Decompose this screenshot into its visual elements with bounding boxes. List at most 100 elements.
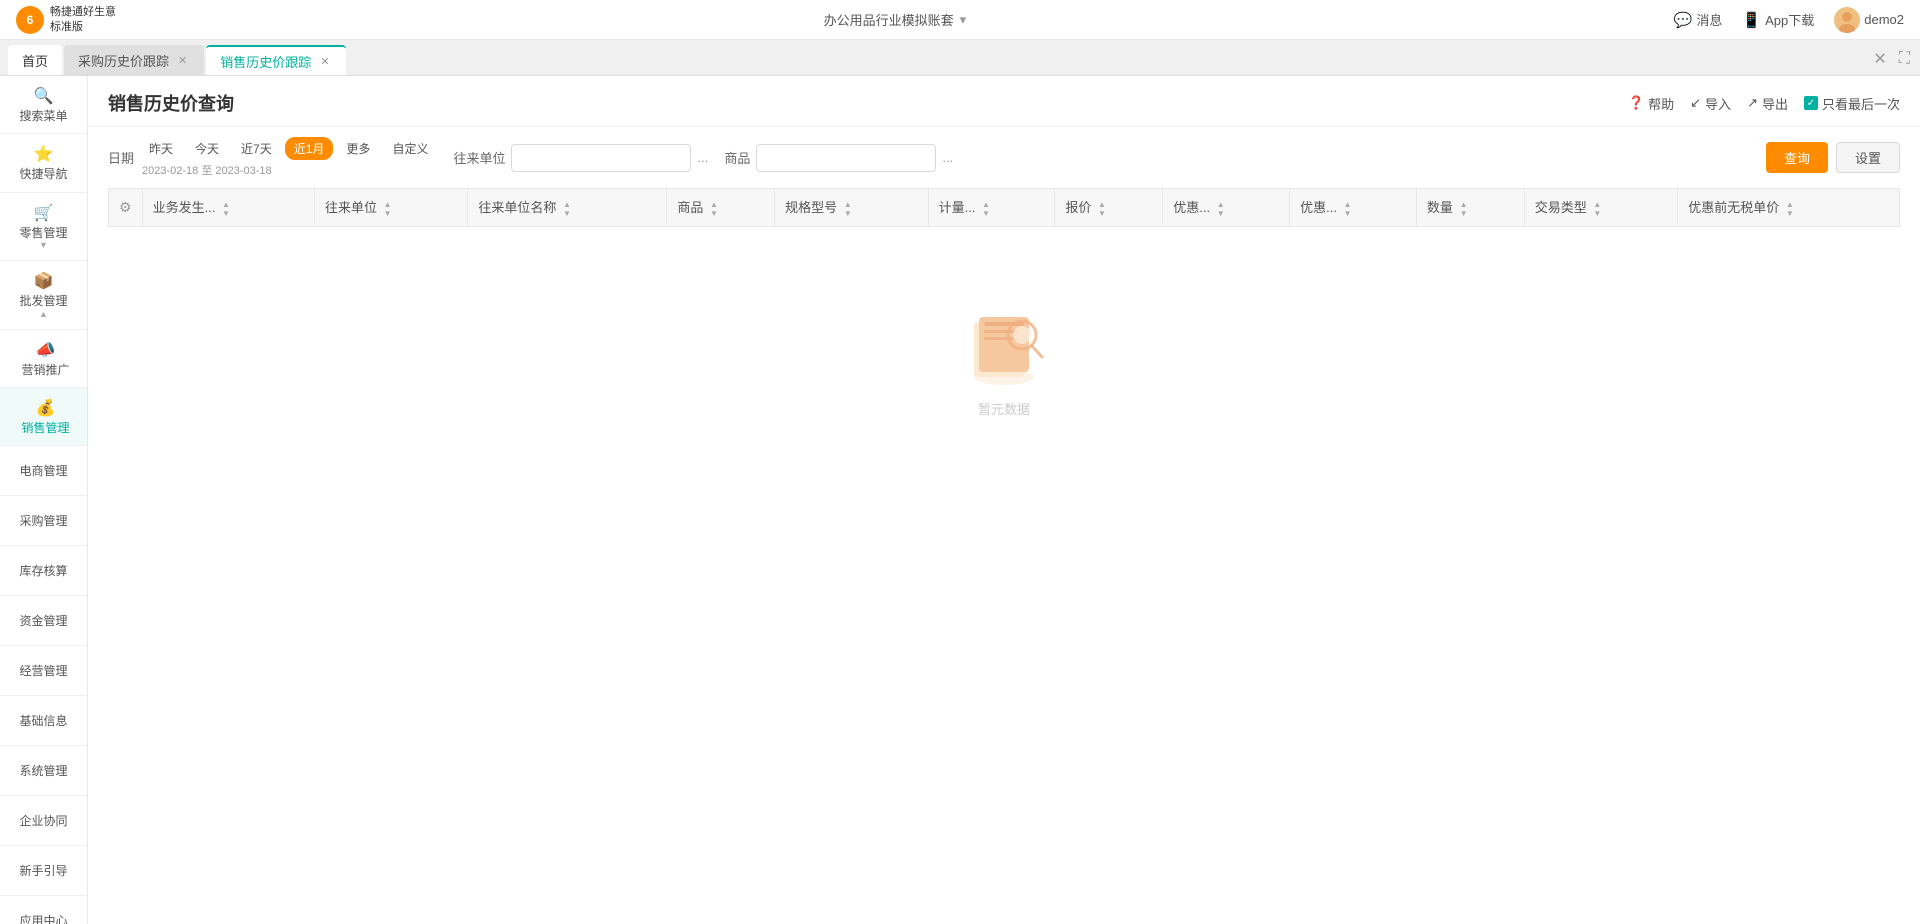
table-container: ⚙ 业务发生... ▲▼ 往来单位 ▲▼ 往来单位名称 ▲▼ bbox=[88, 188, 1920, 924]
user-menu[interactable]: demo2 bbox=[1834, 7, 1904, 33]
product-label: 商品 bbox=[724, 148, 750, 167]
sidebar-item-finance[interactable]: 资金管理 bbox=[0, 596, 87, 646]
sort-arrows-biz-date: ▲▼ bbox=[222, 200, 230, 218]
empty-text: 暂元数据 bbox=[978, 399, 1030, 418]
filter-actions: 查询 设置 bbox=[1766, 142, 1900, 173]
date-btn-custom[interactable]: 自定义 bbox=[383, 137, 437, 160]
content-area: 销售历史价查询 ❓ 帮助 ↙ 导入 ↗ 导出 ✓ 只看最后一次 bbox=[88, 76, 1920, 924]
table-col-pretax-price[interactable]: 优惠前无税单价 ▲▼ bbox=[1678, 189, 1900, 227]
help-icon: ❓ bbox=[1628, 95, 1644, 111]
avatar bbox=[1834, 7, 1860, 33]
tab-sales[interactable]: 销售历史价跟踪 ✕ bbox=[206, 45, 346, 75]
table-header-row: ⚙ 业务发生... ▲▼ 往来单位 ▲▼ 往来单位名称 ▲▼ bbox=[109, 189, 1900, 227]
partner-ellipsis[interactable]: ... bbox=[697, 150, 708, 165]
date-buttons-row: 昨天 今天 近7天 近1月 更多 自定义 bbox=[140, 137, 437, 160]
date-btn-last7[interactable]: 近7天 bbox=[232, 137, 281, 160]
wholesale-icon: 📦 bbox=[34, 271, 54, 291]
table-col-partner-code[interactable]: 往来单位 ▲▼ bbox=[314, 189, 467, 227]
sidebar-item-operation[interactable]: 经营管理 bbox=[0, 646, 87, 696]
tab-home[interactable]: 首页 bbox=[8, 45, 62, 75]
sidebar-item-appstore[interactable]: 应用中心 bbox=[0, 896, 87, 924]
table-col-trade-type[interactable]: 交易类型 ▲▼ bbox=[1524, 189, 1677, 227]
tab-sales-close[interactable]: ✕ bbox=[317, 54, 332, 69]
import-btn[interactable]: ↙ 导入 bbox=[1690, 94, 1731, 113]
header-msg-btn[interactable]: 💬 消息 bbox=[1674, 10, 1723, 29]
sidebar-item-sales-mgmt[interactable]: 💰 销售管理 bbox=[0, 388, 87, 446]
sidebar-item-enterprise[interactable]: 企业协同 bbox=[0, 796, 87, 846]
settings-button[interactable]: 设置 bbox=[1836, 142, 1900, 173]
table-col-discount2[interactable]: 优惠... ▲▼ bbox=[1290, 189, 1417, 227]
sort-arrows-discount1: ▲▼ bbox=[1217, 200, 1225, 218]
partner-label: 往来单位 bbox=[453, 148, 505, 167]
sidebar: 🔍 搜索菜单 ⭐ 快捷导航 🛒 零售管理 ▼ 📦 批发管理 ▲ 📣 bbox=[0, 76, 88, 924]
tab-actions: ✕ ⛶ bbox=[1871, 47, 1912, 75]
product-filter-group: 商品 ... bbox=[724, 144, 953, 172]
table-col-spec[interactable]: 规格型号 ▲▼ bbox=[775, 189, 928, 227]
date-filter-area: 昨天 今天 近7天 近1月 更多 自定义 2023-02-18 至 2023-0… bbox=[140, 137, 437, 178]
sort-arrows-trade-type: ▲▼ bbox=[1593, 200, 1601, 218]
tab-bar: 首页 采购历史价跟踪 ✕ 销售历史价跟踪 ✕ ✕ ⛶ bbox=[0, 40, 1920, 76]
app-title: 办公用品行业模拟账套 bbox=[824, 10, 954, 29]
sidebar-item-shortcut[interactable]: ⭐ 快捷导航 bbox=[0, 134, 87, 192]
sidebar-item-basic[interactable]: 基础信息 bbox=[0, 696, 87, 746]
logo-text: 畅捷通好生意 标准版 bbox=[50, 5, 116, 34]
top-center: 办公用品行业模拟账套 ▾ bbox=[824, 10, 967, 29]
retail-icon: 🛒 bbox=[34, 203, 54, 223]
sidebar-item-purchase-mgmt[interactable]: 采购管理 bbox=[0, 496, 87, 546]
sidebar-nav: 🔍 搜索菜单 ⭐ 快捷导航 🛒 零售管理 ▼ 📦 批发管理 ▲ 📣 bbox=[0, 76, 87, 924]
query-button[interactable]: 查询 bbox=[1766, 142, 1828, 173]
search-icon: 🔍 bbox=[34, 86, 54, 106]
sort-arrows-unit: ▲▼ bbox=[982, 200, 990, 218]
sort-arrows-spec: ▲▼ bbox=[844, 200, 852, 218]
msg-icon: 💬 bbox=[1674, 11, 1693, 29]
logo-icon: 6 bbox=[16, 6, 44, 34]
date-btn-yesterday[interactable]: 昨天 bbox=[140, 137, 182, 160]
date-btn-today[interactable]: 今天 bbox=[186, 137, 228, 160]
date-btn-last1m[interactable]: 近1月 bbox=[285, 137, 334, 160]
header-app-btn[interactable]: 📱 App下载 bbox=[1742, 10, 1814, 29]
sidebar-item-search[interactable]: 🔍 搜索菜单 bbox=[0, 76, 87, 134]
tab-purchase[interactable]: 采购历史价跟踪 ✕ bbox=[64, 45, 204, 75]
table-col-product[interactable]: 商品 ▲▼ bbox=[667, 189, 775, 227]
page-title: 销售历史价查询 bbox=[108, 90, 234, 116]
page-title-actions: ❓ 帮助 ↙ 导入 ↗ 导出 ✓ 只看最后一次 bbox=[1628, 94, 1900, 113]
tab-expand-btn[interactable]: ⛶ bbox=[1897, 48, 1912, 70]
table-settings-icon[interactable]: ⚙ bbox=[119, 199, 132, 215]
sidebar-item-ecommerce[interactable]: 电商管理 bbox=[0, 446, 87, 496]
sidebar-item-inventory[interactable]: 库存核算 bbox=[0, 546, 87, 596]
last-once-checkbox-group[interactable]: ✓ 只看最后一次 bbox=[1804, 94, 1900, 113]
top-left: 6 畅捷通好生意 标准版 bbox=[16, 5, 116, 34]
export-btn[interactable]: ↗ 导出 bbox=[1747, 94, 1788, 113]
table-col-unit[interactable]: 计量... ▲▼ bbox=[928, 189, 1055, 227]
sidebar-item-marketing[interactable]: 📣 营销推广 bbox=[0, 330, 87, 388]
dropdown-icon[interactable]: ▾ bbox=[960, 12, 967, 28]
sidebar-item-wholesale[interactable]: 📦 批发管理 ▲ bbox=[0, 261, 87, 329]
sort-arrows-discount2: ▲▼ bbox=[1344, 200, 1352, 218]
sales-icon: 💰 bbox=[36, 398, 56, 418]
tab-close-all-btn[interactable]: ✕ bbox=[1871, 47, 1888, 71]
date-filter-group: 日期 昨天 今天 近7天 近1月 更多 自定义 2023-02-18 至 202… bbox=[108, 137, 437, 178]
table-col-quote[interactable]: 报价 ▲▼ bbox=[1055, 189, 1163, 227]
table-col-discount1[interactable]: 优惠... ▲▼ bbox=[1163, 189, 1290, 227]
wholesale-arrow: ▲ bbox=[39, 309, 48, 319]
table-col-biz-date[interactable]: 业务发生... ▲▼ bbox=[142, 189, 314, 227]
help-btn[interactable]: ❓ 帮助 bbox=[1628, 94, 1674, 113]
product-ellipsis[interactable]: ... bbox=[942, 150, 953, 165]
data-table: ⚙ 业务发生... ▲▼ 往来单位 ▲▼ 往来单位名称 ▲▼ bbox=[108, 188, 1900, 227]
top-header: 6 畅捷通好生意 标准版 办公用品行业模拟账套 ▾ 💬 消息 📱 App下载 bbox=[0, 0, 1920, 40]
partner-input[interactable] bbox=[511, 144, 691, 172]
retail-arrow: ▼ bbox=[39, 240, 48, 250]
tab-purchase-close[interactable]: ✕ bbox=[175, 53, 190, 68]
table-col-qty[interactable]: 数量 ▲▼ bbox=[1416, 189, 1524, 227]
product-input[interactable] bbox=[756, 144, 936, 172]
partner-filter-group: 往来单位 ... bbox=[453, 144, 708, 172]
date-btn-more[interactable]: 更多 bbox=[337, 137, 379, 160]
sidebar-item-retail[interactable]: 🛒 零售管理 ▼ bbox=[0, 193, 87, 261]
sidebar-item-guide[interactable]: 新手引导 bbox=[0, 846, 87, 896]
marketing-icon: 📣 bbox=[36, 340, 56, 360]
top-right: 💬 消息 📱 App下载 demo2 bbox=[1674, 7, 1904, 33]
last-once-checkbox[interactable]: ✓ bbox=[1804, 96, 1818, 110]
table-col-partner-name[interactable]: 往来单位名称 ▲▼ bbox=[468, 189, 667, 227]
star-icon: ⭐ bbox=[34, 144, 54, 164]
sidebar-item-system[interactable]: 系统管理 bbox=[0, 746, 87, 796]
